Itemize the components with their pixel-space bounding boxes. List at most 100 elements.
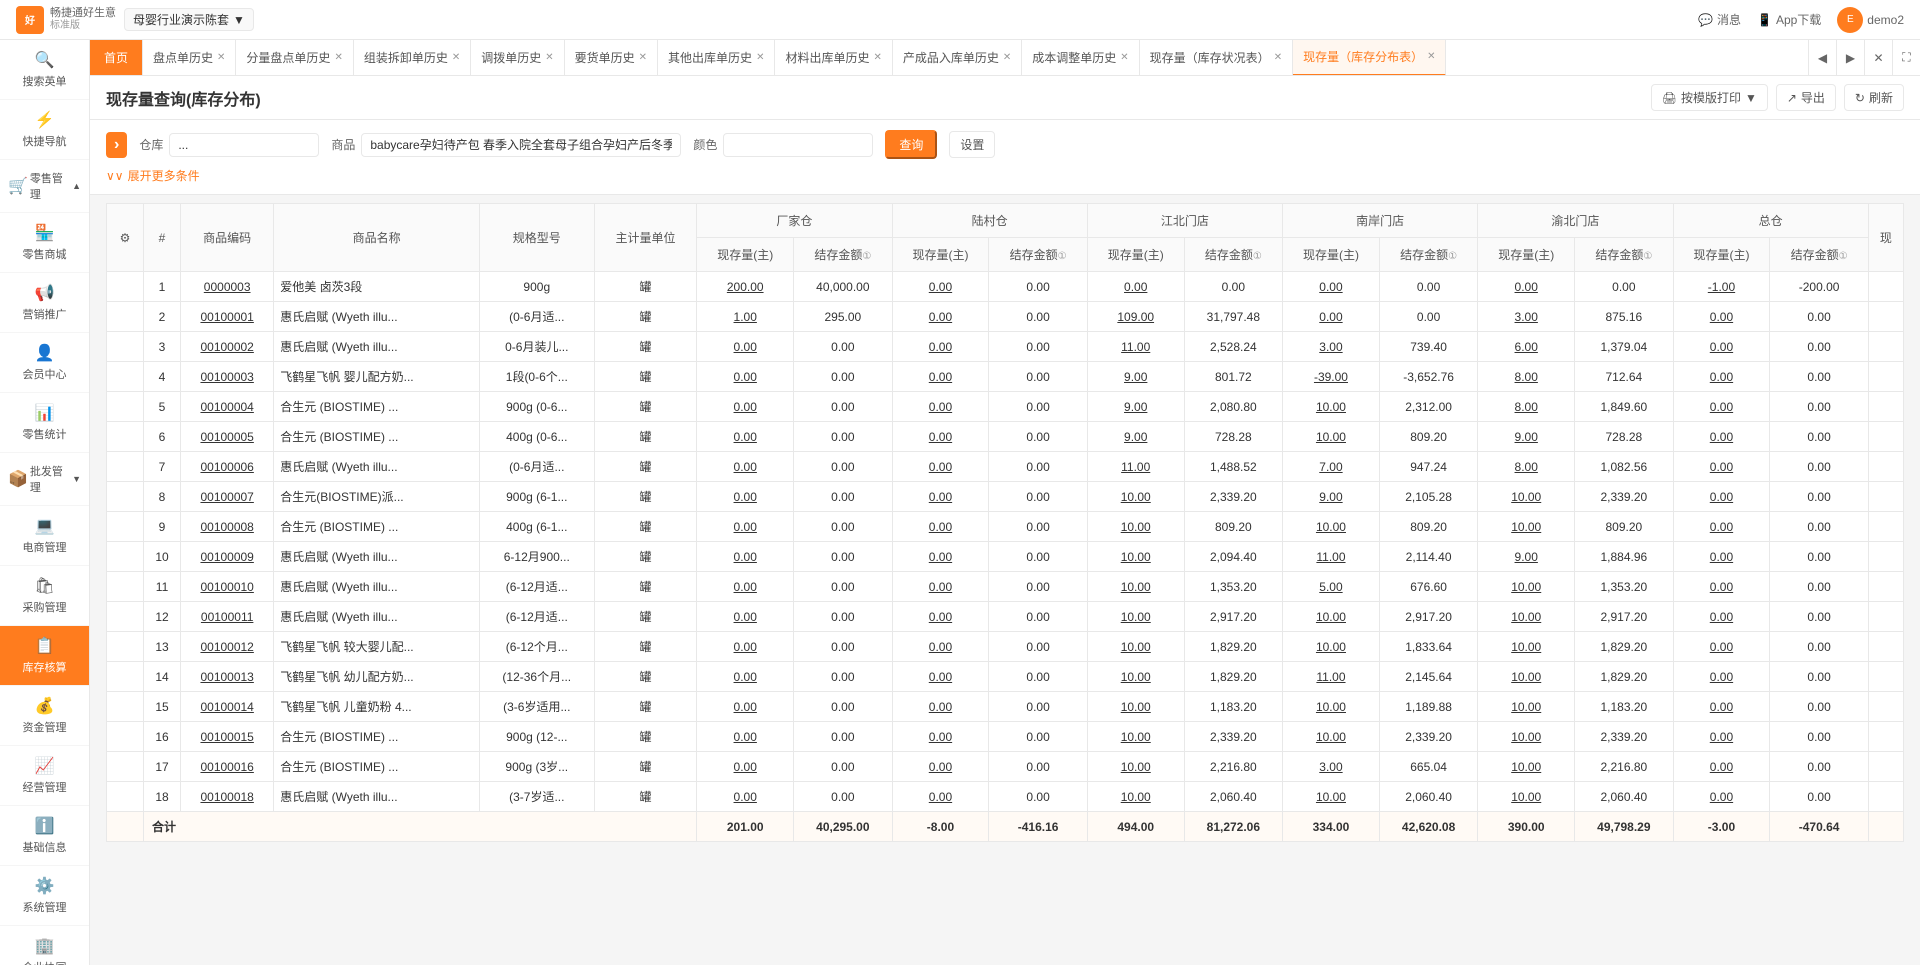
table-row: 2 00100001 惠氏启赋 (Wyeth illu... (0-6月适...…	[107, 302, 1904, 332]
tab-product-in[interactable]: 产成品入库单历史 ✕	[893, 40, 1022, 76]
tab-batch-count[interactable]: 分量盘点单历史 ✕	[236, 40, 353, 76]
tab-inventory-dist[interactable]: 现存量（库存分布表） ✕	[1293, 40, 1446, 76]
table-row: 16 00100015 合生元 (BIOSTIME) ... 900g (12-…	[107, 722, 1904, 752]
tab-fullscreen[interactable]: ⛶	[1892, 40, 1920, 76]
sidebar-item-quicknav[interactable]: ⚡ 快捷导航	[0, 100, 89, 160]
page-actions: 🖨 按模版打印 ▼ ↗ 导出 ↻ 刷新	[1651, 84, 1904, 111]
tab-close-transfer[interactable]: ✕	[545, 52, 553, 63]
tab-close-other-out[interactable]: ✕	[756, 52, 764, 63]
table-row: 8 00100007 合生元(BIOSTIME)派... 900g (6-1..…	[107, 482, 1904, 512]
tab-home[interactable]: 首页	[90, 40, 143, 76]
tab-close-inventory-count[interactable]: ✕	[217, 52, 225, 63]
product-filter: 商品	[331, 133, 681, 157]
tab-cost-adjust[interactable]: 成本调整单历史 ✕	[1022, 40, 1139, 76]
tab-requisition[interactable]: 要货单历史 ✕	[565, 40, 658, 76]
tab-close-material-out[interactable]: ✕	[873, 52, 881, 63]
table-row: 9 00100008 合生元 (BIOSTIME) ... 400g (6-1.…	[107, 512, 1904, 542]
print-btn[interactable]: 🖨 按模版打印 ▼	[1651, 84, 1768, 111]
logo-area: 好 畅捷通好生意 标准版	[16, 6, 116, 34]
tab-close-all[interactable]: ✕	[1864, 40, 1892, 76]
tab-scroll-left[interactable]: ◀	[1808, 40, 1836, 76]
header-right: 💬 消息 📱 App下载 E demo2	[1698, 7, 1904, 33]
sidebar-item-retail-mall[interactable]: 🏪 零售商城	[0, 213, 89, 273]
member-icon: 👤	[35, 343, 55, 363]
tab-close-kit[interactable]: ✕	[452, 52, 460, 63]
th-lc-qty: 现存量(主)	[892, 238, 989, 272]
message-btn[interactable]: 💬 消息	[1698, 11, 1741, 28]
th-code: 商品编码	[181, 204, 274, 272]
inventory-icon: 📋	[35, 636, 55, 656]
refresh-btn[interactable]: ↻ 刷新	[1844, 84, 1904, 111]
tab-close-inventory-dist[interactable]: ✕	[1427, 51, 1435, 62]
sidebar-item-search[interactable]: 🔍 搜索英单	[0, 40, 89, 100]
tab-close-batch-count[interactable]: ✕	[334, 52, 342, 63]
th-settings[interactable]: ⚙	[107, 204, 144, 272]
industry-selector[interactable]: 母婴行业演示陈套 ▼	[124, 8, 254, 31]
retail-stats-icon: 📊	[35, 403, 55, 423]
operations-icon: 📈	[35, 756, 55, 776]
filter-area: › 仓库 商品 颜色 查询 设置 ∨∨ 展开更多条件	[90, 120, 1920, 195]
sidebar-item-operations[interactable]: 📈 经营管理	[0, 746, 89, 806]
system-icon: ⚙️	[35, 876, 55, 896]
color-filter: 颜色	[693, 133, 873, 157]
th-fj-amt: 结存金额①	[794, 238, 892, 272]
color-input[interactable]	[723, 133, 873, 157]
tab-transfer[interactable]: 调拨单历史 ✕	[471, 40, 564, 76]
tab-close-cost-adjust[interactable]: ✕	[1120, 52, 1128, 63]
enterprise-icon: 🏢	[35, 936, 55, 956]
arrow-icon: ▲	[72, 181, 81, 191]
footer-row: 合计 201.00 40,295.00 -8.00 -416.16 494.00…	[107, 812, 1904, 842]
sidebar-item-retail[interactable]: 🛒 零售管理 ▲	[0, 160, 89, 213]
tab-close-inventory-status[interactable]: ✕	[1274, 52, 1282, 63]
sidebar-item-basic[interactable]: ℹ️ 基础信息	[0, 806, 89, 866]
sidebar-item-member[interactable]: 👤 会员中心	[0, 333, 89, 393]
table-container[interactable]: ⚙ # 商品编码 商品名称 规格型号 主计量单位 厂家仓 陆村仓 江北门店 南岸…	[90, 195, 1920, 965]
page-title: 现存量查询(库存分布)	[106, 86, 261, 110]
top-header: 好 畅捷通好生意 标准版 母婴行业演示陈套 ▼ 💬 消息 📱 App下载 E d…	[0, 0, 1920, 40]
page-header: 现存量查询(库存分布) 🖨 按模版打印 ▼ ↗ 导出 ↻ 刷新	[90, 76, 1920, 120]
table-row: 6 00100005 合生元 (BIOSTIME) ... 400g (0-6.…	[107, 422, 1904, 452]
tab-material-out[interactable]: 材料出库单历史 ✕	[775, 40, 892, 76]
th-na-qty: 现存量(主)	[1283, 238, 1380, 272]
sidebar-item-finance[interactable]: 💰 资金管理	[0, 686, 89, 746]
sidebar-item-ecommerce[interactable]: 💻 电商管理	[0, 506, 89, 566]
th-na-amt: 结存金额①	[1379, 238, 1477, 272]
warehouse-input[interactable]	[169, 133, 319, 157]
expand-more-btn[interactable]: ∨∨ 展开更多条件	[106, 167, 200, 184]
settings-btn[interactable]: 设置	[949, 131, 995, 158]
table-row: 3 00100002 惠氏启赋 (Wyeth illu... 0-6月装儿...…	[107, 332, 1904, 362]
th-total-wh: 总仓	[1673, 204, 1868, 238]
app-download-btn[interactable]: 📱 App下载	[1757, 11, 1821, 28]
expand-row: ∨∨ 展开更多条件	[106, 167, 1904, 184]
tab-close-requisition[interactable]: ✕	[639, 52, 647, 63]
th-index: #	[144, 204, 181, 272]
table-row: 1 0000003 爱他美 卤茨3段 900g 罐 200.00 40,000.…	[107, 272, 1904, 302]
export-btn[interactable]: ↗ 导出	[1776, 84, 1836, 111]
th-current: 现	[1868, 204, 1903, 272]
search-btn[interactable]: 查询	[885, 130, 937, 159]
sidebar-item-retail-stats[interactable]: 📊 零售统计	[0, 393, 89, 453]
tab-scroll-right[interactable]: ▶	[1836, 40, 1864, 76]
refresh-icon: ↻	[1855, 91, 1865, 105]
sidebar: 🔍 搜索英单 ⚡ 快捷导航 🛒 零售管理 ▲ 🏪 零售商城 📢 营销推广 👤 会…	[0, 40, 90, 965]
table-row: 7 00100006 惠氏启赋 (Wyeth illu... (0-6月适...…	[107, 452, 1904, 482]
user-menu[interactable]: E demo2	[1837, 7, 1904, 33]
sidebar-item-wholesale[interactable]: 📦 批发管理 ▼	[0, 453, 89, 506]
sidebar-item-marketing[interactable]: 📢 营销推广	[0, 273, 89, 333]
expand-collapse-btn[interactable]: ›	[106, 132, 127, 158]
marketing-icon: 📢	[35, 283, 55, 303]
sidebar-item-inventory[interactable]: 📋 库存核算	[0, 626, 89, 686]
th-yb-amt: 结存金额①	[1575, 238, 1673, 272]
tab-kit-disassemble[interactable]: 组装拆卸单历史 ✕	[354, 40, 471, 76]
tab-other-out[interactable]: 其他出库单历史 ✕	[658, 40, 775, 76]
sidebar-item-enterprise[interactable]: 🏢 企业协同	[0, 926, 89, 965]
tab-close-product-in[interactable]: ✕	[1003, 52, 1011, 63]
app-logo-icon: 好	[16, 6, 44, 34]
product-label: 商品	[331, 136, 355, 153]
product-input[interactable]	[361, 133, 681, 157]
retail-icon: 🛒	[8, 176, 28, 196]
sidebar-item-system[interactable]: ⚙️ 系统管理	[0, 866, 89, 926]
tab-inventory-status[interactable]: 现存量（库存状况表） ✕	[1140, 40, 1293, 76]
tab-inventory-count[interactable]: 盘点单历史 ✕	[143, 40, 236, 76]
sidebar-item-purchase[interactable]: 🛍 采购管理	[0, 566, 89, 626]
